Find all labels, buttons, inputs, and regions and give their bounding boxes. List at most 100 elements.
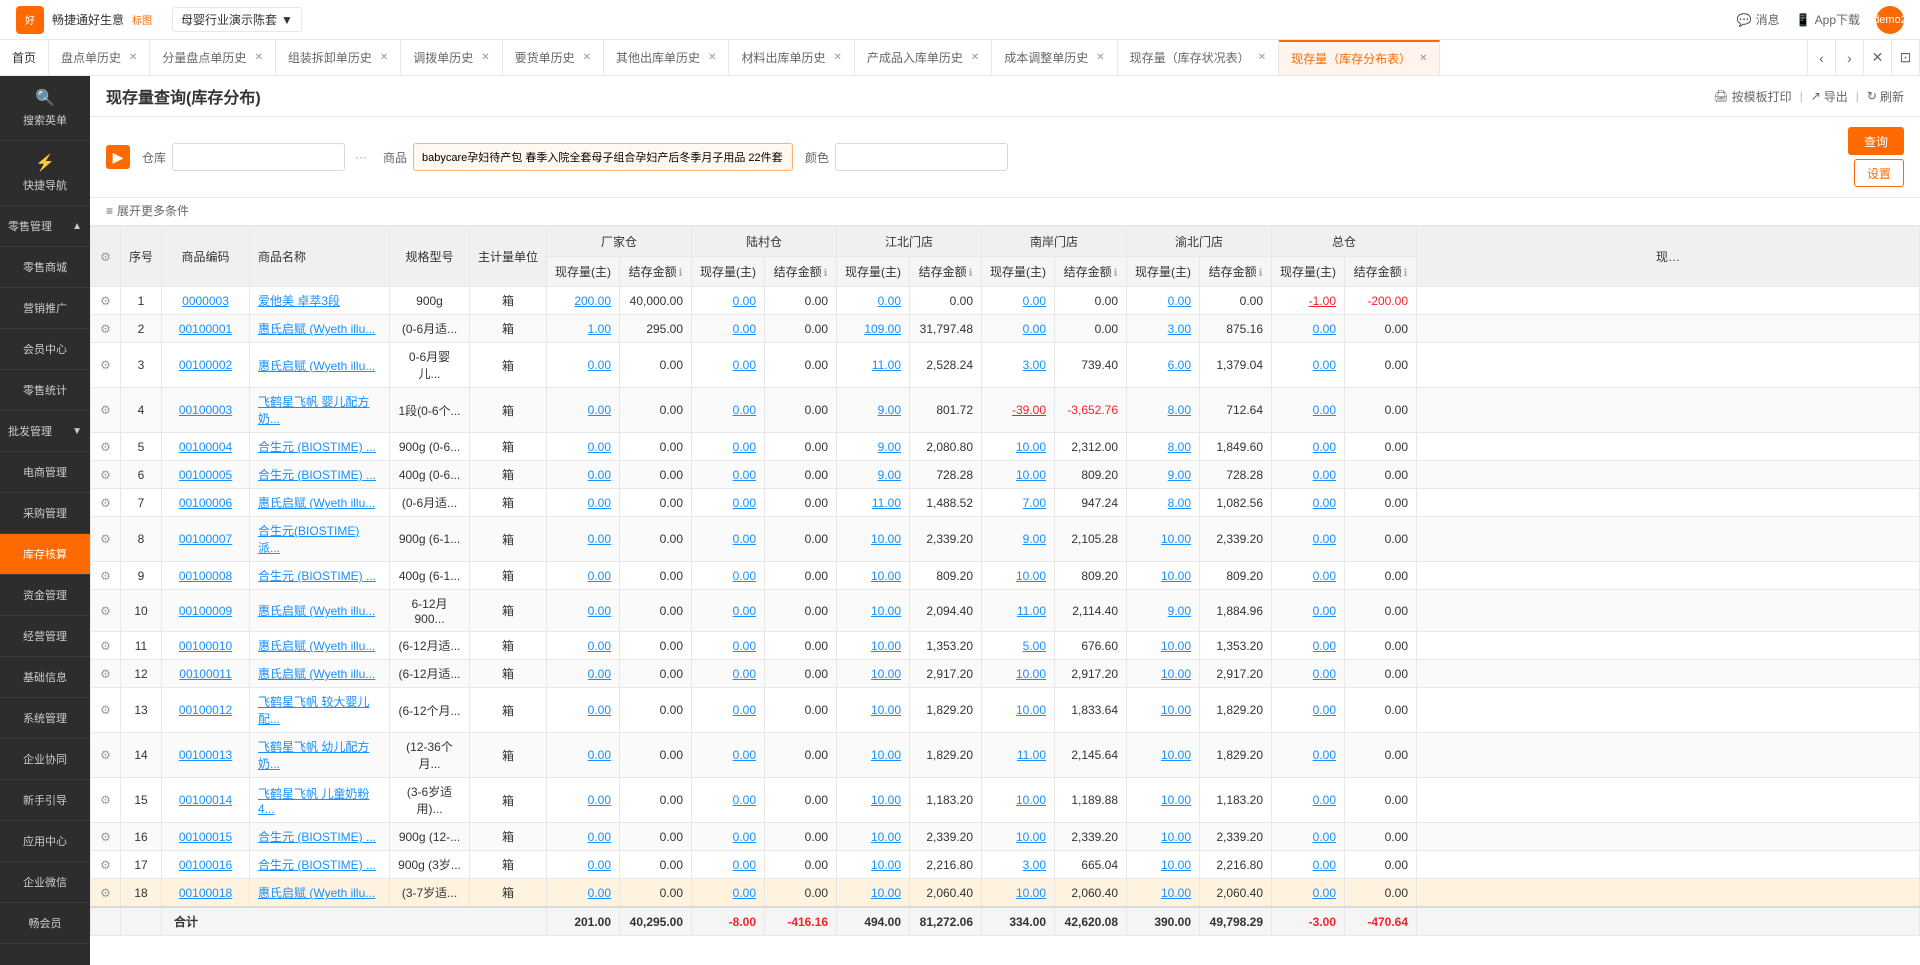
row-w2-qty[interactable]: 0.00 — [692, 343, 765, 388]
row-w3-qty[interactable]: 10.00 — [837, 733, 910, 778]
sidebar-item-member2[interactable]: 畅会员 — [0, 903, 90, 944]
table-container[interactable]: ⚙ 序号 商品编码 商品名称 规格型号 主计量单位 厂家仓 陆村仓 江北门店 南… — [90, 226, 1920, 965]
filter-expand-arrow[interactable]: ▶ — [106, 145, 130, 169]
close-icon[interactable]: ✕ — [380, 52, 388, 63]
row-gear[interactable]: ⚙ — [91, 590, 121, 632]
close-icon[interactable]: ✕ — [708, 52, 716, 63]
row-w1-qty[interactable]: 0.00 — [547, 388, 620, 433]
row-w2-qty[interactable]: 0.00 — [692, 315, 765, 343]
row-w4-qty[interactable]: 7.00 — [982, 489, 1055, 517]
color-input[interactable] — [835, 143, 1008, 171]
row-gear[interactable]: ⚙ — [91, 461, 121, 489]
sidebar-item-mall[interactable]: 零售商城 — [0, 247, 90, 288]
sidebar-item-ecom[interactable]: 电商管理 — [0, 452, 90, 493]
nav-expand-btn[interactable]: ⊡ — [1892, 40, 1920, 76]
row-w3-qty[interactable]: 10.00 — [837, 823, 910, 851]
nav-prev-btn[interactable]: ‹ — [1808, 40, 1836, 76]
row-gear-icon[interactable]: ⚙ — [100, 403, 111, 417]
row-w1-qty[interactable]: 0.00 — [547, 343, 620, 388]
row-w1-qty[interactable]: 0.00 — [547, 562, 620, 590]
row-code[interactable]: 00100013 — [162, 733, 250, 778]
row-gear[interactable]: ⚙ — [91, 660, 121, 688]
row-w3-qty[interactable]: 9.00 — [837, 388, 910, 433]
close-icon[interactable]: ✕ — [833, 52, 841, 63]
row-code[interactable]: 00100012 — [162, 688, 250, 733]
row-name[interactable]: 合生元 (BIOSTIME) ... — [250, 433, 390, 461]
row-gear[interactable]: ⚙ — [91, 517, 121, 562]
row-w1-qty[interactable]: 0.00 — [547, 778, 620, 823]
row-gear-icon[interactable]: ⚙ — [100, 604, 111, 618]
row-w1-qty[interactable]: 0.00 — [547, 590, 620, 632]
row-wt-qty[interactable]: 0.00 — [1272, 489, 1345, 517]
row-name[interactable]: 合生元 (BIOSTIME) ... — [250, 461, 390, 489]
row-w1-qty[interactable]: 0.00 — [547, 632, 620, 660]
row-name[interactable]: 合生元 (BIOSTIME) ... — [250, 823, 390, 851]
row-w1-qty[interactable]: 0.00 — [547, 433, 620, 461]
row-code[interactable]: 00100011 — [162, 660, 250, 688]
row-code[interactable]: 00100002 — [162, 343, 250, 388]
row-gear[interactable]: ⚙ — [91, 489, 121, 517]
row-gear[interactable]: ⚙ — [91, 778, 121, 823]
row-gear[interactable]: ⚙ — [91, 632, 121, 660]
sidebar-item-inventory[interactable]: 库存核算 — [0, 534, 90, 575]
row-w2-qty[interactable]: 0.00 — [692, 461, 765, 489]
row-wt-qty[interactable]: 0.00 — [1272, 879, 1345, 908]
row-w2-qty[interactable]: 0.00 — [692, 660, 765, 688]
row-w4-qty[interactable]: 0.00 — [982, 315, 1055, 343]
tab-4[interactable]: 调拨单历史 ✕ — [401, 40, 502, 76]
row-w5-qty[interactable]: 10.00 — [1127, 879, 1200, 908]
row-w2-qty[interactable]: 0.00 — [692, 688, 765, 733]
goods-input[interactable] — [413, 143, 793, 171]
row-name[interactable]: 飞鹤星飞帆 婴儿配方奶... — [250, 388, 390, 433]
close-icon[interactable]: ✕ — [1419, 53, 1427, 64]
row-gear-icon[interactable]: ⚙ — [100, 830, 111, 844]
row-gear[interactable]: ⚙ — [91, 733, 121, 778]
row-gear[interactable]: ⚙ — [91, 879, 121, 908]
row-w3-qty[interactable]: 10.00 — [837, 660, 910, 688]
row-w3-qty[interactable]: 10.00 — [837, 879, 910, 908]
row-name[interactable]: 飞鹤星飞帆 儿童奶粉 4... — [250, 778, 390, 823]
tab-1[interactable]: 盘点单历史 ✕ — [49, 40, 150, 76]
row-code[interactable]: 00100014 — [162, 778, 250, 823]
tab-home[interactable]: 首页 — [0, 40, 49, 76]
row-w2-qty[interactable]: 0.00 — [692, 590, 765, 632]
tab-10[interactable]: 现存量（库存状况表） ✕ — [1118, 40, 1279, 76]
row-w3-qty[interactable]: 11.00 — [837, 489, 910, 517]
row-w4-qty[interactable]: 10.00 — [982, 461, 1055, 489]
row-gear[interactable]: ⚙ — [91, 315, 121, 343]
row-code[interactable]: 00100003 — [162, 388, 250, 433]
row-wt-qty[interactable]: -1.00 — [1272, 287, 1345, 315]
row-w4-qty[interactable]: 3.00 — [982, 851, 1055, 879]
close-icon[interactable]: ✕ — [129, 52, 137, 63]
row-w4-qty[interactable]: 10.00 — [982, 778, 1055, 823]
row-w5-qty[interactable]: 10.00 — [1127, 562, 1200, 590]
tab-3[interactable]: 组装拆卸单历史 ✕ — [276, 40, 401, 76]
row-wt-qty[interactable]: 0.00 — [1272, 433, 1345, 461]
row-gear-icon[interactable]: ⚙ — [100, 532, 111, 546]
row-w1-qty[interactable]: 0.00 — [547, 823, 620, 851]
row-name[interactable]: 惠氏启赋 (Wyeth illu... — [250, 343, 390, 388]
row-w3-qty[interactable]: 0.00 — [837, 287, 910, 315]
avatar[interactable]: demo2 — [1876, 6, 1904, 34]
row-name[interactable]: 惠氏启赋 (Wyeth illu... — [250, 315, 390, 343]
row-w2-qty[interactable]: 0.00 — [692, 489, 765, 517]
row-wt-qty[interactable]: 0.00 — [1272, 590, 1345, 632]
expand-conditions-btn[interactable]: ≡ 展开更多条件 — [106, 202, 189, 219]
row-gear[interactable]: ⚙ — [91, 851, 121, 879]
row-w4-qty[interactable]: 9.00 — [982, 517, 1055, 562]
row-w5-qty[interactable]: 9.00 — [1127, 461, 1200, 489]
row-w1-qty[interactable]: 0.00 — [547, 879, 620, 908]
tab-9[interactable]: 成本调整单历史 ✕ — [992, 40, 1117, 76]
row-w4-qty[interactable]: 5.00 — [982, 632, 1055, 660]
row-gear-icon[interactable]: ⚙ — [100, 639, 111, 653]
row-name[interactable]: 惠氏启赋 (Wyeth illu... — [250, 590, 390, 632]
row-w2-qty[interactable]: 0.00 — [692, 778, 765, 823]
row-w5-qty[interactable]: 3.00 — [1127, 315, 1200, 343]
row-w4-qty[interactable]: 10.00 — [982, 688, 1055, 733]
nav-close-btn[interactable]: ✕ — [1864, 40, 1892, 76]
row-code[interactable]: 00100004 — [162, 433, 250, 461]
row-w4-qty[interactable]: 11.00 — [982, 590, 1055, 632]
row-w5-qty[interactable]: 10.00 — [1127, 660, 1200, 688]
row-gear-icon[interactable]: ⚙ — [100, 496, 111, 510]
row-w4-qty[interactable]: 10.00 — [982, 660, 1055, 688]
